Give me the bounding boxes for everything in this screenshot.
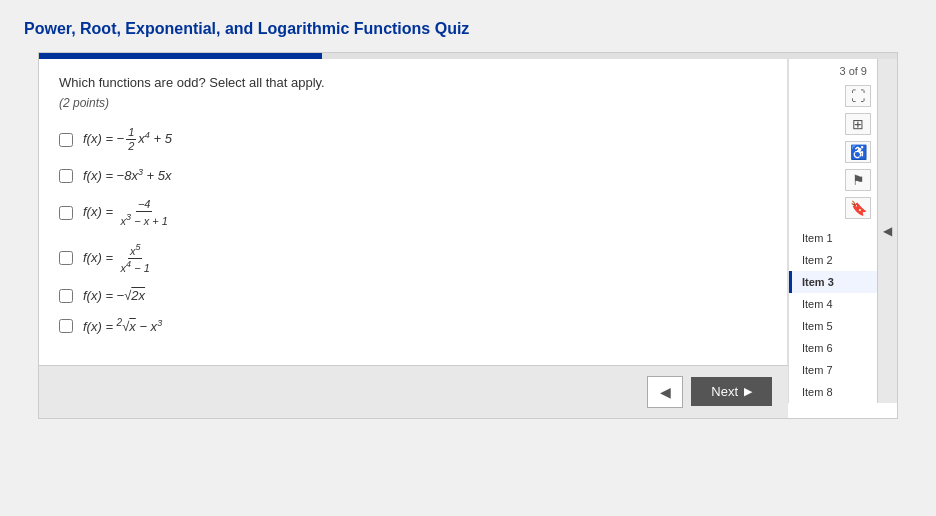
accessibility-icon[interactable]: ♿ xyxy=(845,141,871,163)
page-container: Power, Root, Exponential, and Logarithmi… xyxy=(20,20,916,419)
main-content: Which functions are odd? Select all that… xyxy=(39,59,788,418)
bookmark-icon[interactable]: 🔖 xyxy=(845,197,871,219)
top-area: Which functions are odd? Select all that… xyxy=(39,59,897,418)
sidebar-collapse-button[interactable]: ◀ xyxy=(877,59,897,403)
formula-label-4: f(x) = x5x4 − 1 xyxy=(83,242,154,275)
answer-option-6: f(x) = 2√x − x3 xyxy=(59,317,767,334)
nav-item-item1[interactable]: Item 1 xyxy=(789,227,877,249)
collapse-arrow-icon: ◀ xyxy=(883,224,892,238)
sidebar-icons: ⛶ ⊞ ♿ ⚑ 🔖 xyxy=(789,81,877,219)
expand-icon[interactable]: ⛶ xyxy=(845,85,871,107)
next-label: Next xyxy=(711,384,738,399)
points-text: (2 points) xyxy=(59,96,767,110)
answer-option-4: f(x) = x5x4 − 1 xyxy=(59,242,767,275)
question-area: Which functions are odd? Select all that… xyxy=(39,59,788,365)
checkbox-1[interactable] xyxy=(59,133,73,147)
answer-option-5: f(x) = −√2x xyxy=(59,288,767,303)
question-text: Which functions are odd? Select all that… xyxy=(59,75,767,90)
checkbox-6[interactable] xyxy=(59,319,73,333)
formula-label-6: f(x) = 2√x − x3 xyxy=(83,317,162,334)
right-panel: 3 of 9 ⛶⊞♿⚑🔖 Item 1Item 2Item 3Item 4Ite… xyxy=(788,59,897,403)
grid-icon[interactable]: ⊞ xyxy=(845,113,871,135)
page-counter: 3 of 9 xyxy=(789,59,877,81)
nav-item-item4[interactable]: Item 4 xyxy=(789,293,877,315)
answer-option-3: f(x) = −4x3 − x + 1 xyxy=(59,198,767,228)
nav-item-item8[interactable]: Item 8 xyxy=(789,381,877,403)
checkbox-5[interactable] xyxy=(59,289,73,303)
formula-label-3: f(x) = −4x3 − x + 1 xyxy=(83,198,172,228)
formula-label-1: f(x) = −12x4 + 5 xyxy=(83,126,172,153)
checkbox-2[interactable] xyxy=(59,169,73,183)
footer-bar: ◀ Next ▶ xyxy=(39,365,788,418)
formula-label-5: f(x) = −√2x xyxy=(83,288,145,303)
back-button[interactable]: ◀ xyxy=(647,376,683,408)
flag-icon[interactable]: ⚑ xyxy=(845,169,871,191)
nav-items: Item 1Item 2Item 3Item 4Item 5Item 6Item… xyxy=(789,227,877,403)
nav-item-item7[interactable]: Item 7 xyxy=(789,359,877,381)
quiz-container: Which functions are odd? Select all that… xyxy=(38,52,898,419)
back-arrow-icon: ◀ xyxy=(660,384,671,400)
nav-item-item2[interactable]: Item 2 xyxy=(789,249,877,271)
next-arrow-icon: ▶ xyxy=(744,385,752,398)
next-button[interactable]: Next ▶ xyxy=(691,377,772,406)
nav-item-item6[interactable]: Item 6 xyxy=(789,337,877,359)
answer-option-2: f(x) = −8x3 + 5x xyxy=(59,167,767,183)
checkbox-4[interactable] xyxy=(59,251,73,265)
checkbox-3[interactable] xyxy=(59,206,73,220)
formula-label-2: f(x) = −8x3 + 5x xyxy=(83,167,171,183)
page-title: Power, Root, Exponential, and Logarithmi… xyxy=(20,20,916,38)
nav-item-item3[interactable]: Item 3 xyxy=(789,271,877,293)
nav-item-item5[interactable]: Item 5 xyxy=(789,315,877,337)
answer-option-1: f(x) = −12x4 + 5 xyxy=(59,126,767,153)
answers-container: f(x) = −12x4 + 5 f(x) = −8x3 + 5x f(x) = −… xyxy=(59,126,767,335)
nav-panel: 3 of 9 ⛶⊞♿⚑🔖 Item 1Item 2Item 3Item 4Ite… xyxy=(789,59,877,403)
